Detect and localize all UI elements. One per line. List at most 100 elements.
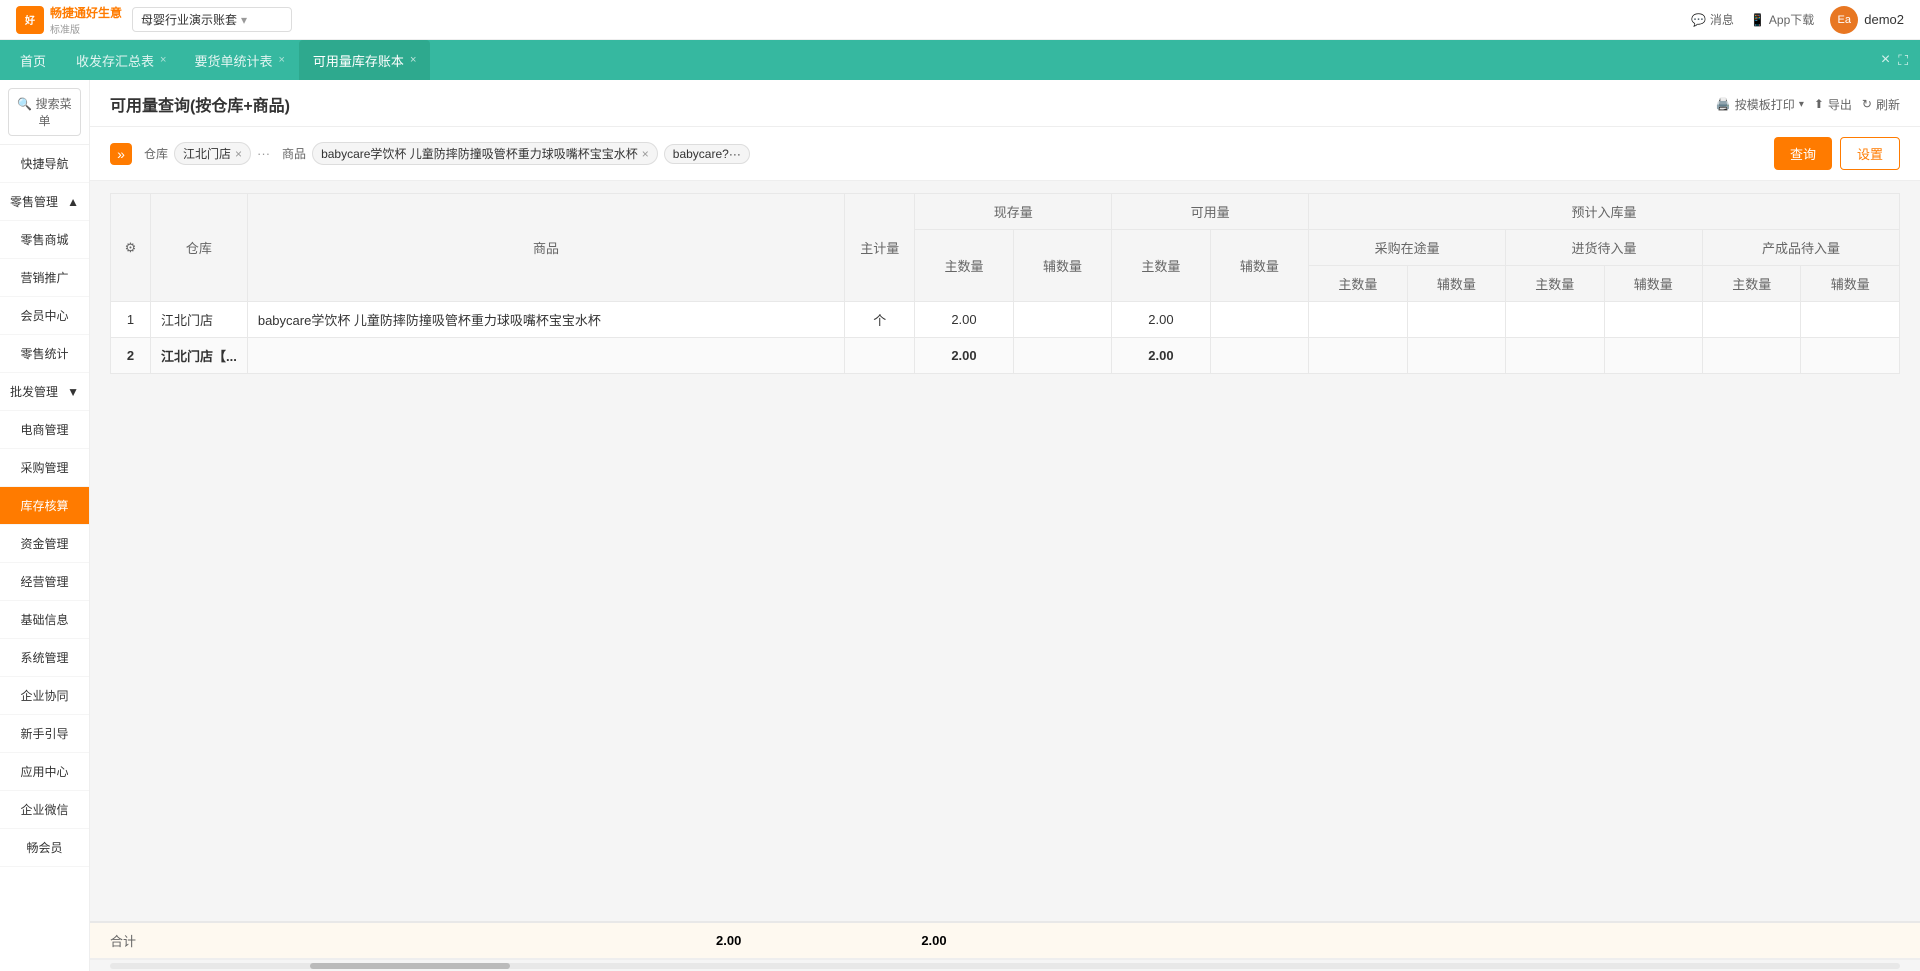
remove-product-tag1[interactable]: × [642, 147, 649, 161]
total-available-main: 2.00 [921, 933, 946, 948]
table-wrapper: ⚙ 仓库 商品 主计量 现存量 [90, 181, 1920, 921]
th-stock-aux: 辅数量 [1013, 230, 1111, 302]
scroll-thumb[interactable] [310, 963, 510, 969]
product-tag1[interactable]: babycare学饮杯 儿童防摔防撞吸管杯重力球吸嘴杯宝宝水杯 × [312, 142, 658, 165]
horizontal-scrollbar[interactable] [110, 963, 1900, 969]
row1-avail-main: 2.00 [1112, 302, 1210, 338]
th-unit: 主计量 [845, 194, 915, 302]
th-arrival-group: 进货待入量 [1506, 230, 1703, 266]
th-gear[interactable]: ⚙ [111, 194, 151, 302]
close-all-tabs[interactable]: × [1881, 51, 1890, 69]
tab-receive[interactable]: 收发存汇总表 × [62, 40, 180, 80]
scrollbar-area [90, 959, 1920, 971]
top-bar-left: 好 畅捷通好生意 标准版 母婴行业演示账套 ▾ [16, 4, 292, 36]
logo-icon: 好 [16, 6, 44, 34]
search-menu-btn[interactable]: 🔍 搜索菜单 [8, 88, 81, 136]
th-production-aux: 辅数量 [1801, 266, 1900, 302]
settings-gear-icon: ⚙ [125, 240, 137, 255]
row2-index: 2 [111, 338, 151, 374]
sidebar-item-marketing[interactable]: 营销推广 [0, 259, 89, 297]
chevron-down-icon: ▼ [67, 385, 79, 399]
page-title: 可用量查询(按仓库+商品) [110, 92, 290, 116]
company-selector[interactable]: 母婴行业演示账套 ▾ [132, 7, 292, 32]
chevron-right-icon: » [117, 146, 125, 162]
refresh-btn[interactable]: ↻ 刷新 [1862, 96, 1900, 113]
sidebar-item-retail-stats[interactable]: 零售统计 [0, 335, 89, 373]
tab-order[interactable]: 要货单统计表 × [180, 40, 298, 80]
sidebar-item-vip[interactable]: 畅会员 [0, 829, 89, 867]
avatar: Ea [1830, 6, 1858, 34]
sidebar-item-quick-nav[interactable]: 快捷导航 [0, 145, 89, 183]
footer-values: 2.00 2.00 [136, 933, 1900, 948]
th-arrival-aux: 辅数量 [1604, 266, 1702, 302]
sidebar-item-system[interactable]: 系统管理 [0, 639, 89, 677]
chevron-up-icon: ▲ [67, 195, 79, 209]
table-footer: 合计 2.00 2.00 [90, 921, 1920, 959]
top-bar: 好 畅捷通好生意 标准版 母婴行业演示账套 ▾ 💬 消息 📱 App下载 Ea … [0, 0, 1920, 40]
sidebar-item-member[interactable]: 会员中心 [0, 297, 89, 335]
sidebar-item-retail-mgmt[interactable]: 零售管理 ▲ [0, 183, 89, 221]
user-area[interactable]: Ea demo2 [1830, 6, 1904, 34]
product-tag2[interactable]: babycare?··· [664, 144, 750, 164]
th-stock-main: 主数量 [915, 230, 1013, 302]
row2-unit [845, 338, 915, 374]
row1-warehouse: 江北门店 [151, 302, 248, 338]
filter-expand-btn[interactable]: » [110, 143, 132, 165]
sidebar-item-finance[interactable]: 资金管理 [0, 525, 89, 563]
row1-stock-aux [1013, 302, 1111, 338]
search-icon: 🔍 [17, 97, 32, 111]
app-download-btn[interactable]: 📱 App下载 [1750, 11, 1814, 28]
th-product: 商品 [247, 194, 844, 302]
th-purchase-aux: 辅数量 [1407, 266, 1505, 302]
sidebar-item-operations[interactable]: 经营管理 [0, 563, 89, 601]
sidebar-item-purchase[interactable]: 采购管理 [0, 449, 89, 487]
logo-text: 畅捷通好生意 标准版 [50, 4, 122, 36]
row1-arrival-main [1506, 302, 1604, 338]
th-avail-aux: 辅数量 [1210, 230, 1308, 302]
filter-actions: 查询 设置 [1774, 137, 1900, 170]
page-actions: 🖨️ 按模板打印 ▾ ⬆ 导出 ↻ 刷新 [1716, 96, 1900, 113]
nav-tabs-right: × ⛶ [1881, 40, 1916, 80]
tab-home[interactable]: 首页 [4, 40, 62, 80]
row1-production-aux [1801, 302, 1900, 338]
export-btn[interactable]: ⬆ 导出 [1814, 96, 1852, 113]
row1-unit: 个 [845, 302, 915, 338]
sidebar-item-inventory[interactable]: 库存核算 [0, 487, 89, 525]
app-icon: 📱 [1750, 13, 1765, 27]
row1-avail-aux [1210, 302, 1308, 338]
th-warehouse: 仓库 [151, 194, 248, 302]
message-icon: 💬 [1691, 13, 1706, 27]
close-tab-available[interactable]: × [410, 54, 416, 66]
row1-production-main [1703, 302, 1801, 338]
settings-button[interactable]: 设置 [1840, 137, 1900, 170]
table-row: 1 江北门店 babycare学饮杯 儿童防摔防撞吸管杯重力球吸嘴杯宝宝水杯 个… [111, 302, 1900, 338]
close-tab-order[interactable]: × [278, 54, 284, 66]
query-button[interactable]: 查询 [1774, 137, 1832, 170]
sidebar-item-retail-mall[interactable]: 零售商城 [0, 221, 89, 259]
tab-available[interactable]: 可用量库存账本 × [299, 40, 430, 80]
row1-purchase-aux [1407, 302, 1505, 338]
close-tab-receive[interactable]: × [160, 54, 166, 66]
th-stock-group: 现存量 [915, 194, 1112, 230]
warehouse-tag[interactable]: 江北门店 × [174, 142, 251, 165]
fullscreen-btn[interactable]: ⛶ [1898, 52, 1908, 69]
table-row: 2 江北门店【... 2.00 2.00 [111, 338, 1900, 374]
sidebar-item-wechat[interactable]: 企业微信 [0, 791, 89, 829]
remove-warehouse-tag[interactable]: × [235, 147, 242, 161]
content-area: 可用量查询(按仓库+商品) 🖨️ 按模板打印 ▾ ⬆ 导出 ↻ 刷新 [90, 80, 1920, 971]
sidebar-item-ecommerce[interactable]: 电商管理 [0, 411, 89, 449]
sidebar: 🔍 搜索菜单 快捷导航 零售管理 ▲ 零售商城 营销推广 会员中心 零售统计 批… [0, 80, 90, 971]
sidebar-item-basic[interactable]: 基础信息 [0, 601, 89, 639]
th-production-main: 主数量 [1703, 266, 1801, 302]
print-icon: 🖨️ [1716, 97, 1731, 111]
message-btn[interactable]: 💬 消息 [1691, 11, 1734, 28]
row1-stock-main: 2.00 [915, 302, 1013, 338]
warehouse-dots[interactable]: ··· [257, 146, 270, 161]
print-btn[interactable]: 🖨️ 按模板打印 ▾ [1716, 96, 1804, 113]
sidebar-item-newbie[interactable]: 新手引导 [0, 715, 89, 753]
sidebar-item-appstore[interactable]: 应用中心 [0, 753, 89, 791]
sidebar-item-wholesale[interactable]: 批发管理 ▼ [0, 373, 89, 411]
chevron-down-icon: ▾ [1799, 99, 1804, 110]
footer-label: 合计 [110, 931, 136, 950]
sidebar-item-enterprise[interactable]: 企业协同 [0, 677, 89, 715]
